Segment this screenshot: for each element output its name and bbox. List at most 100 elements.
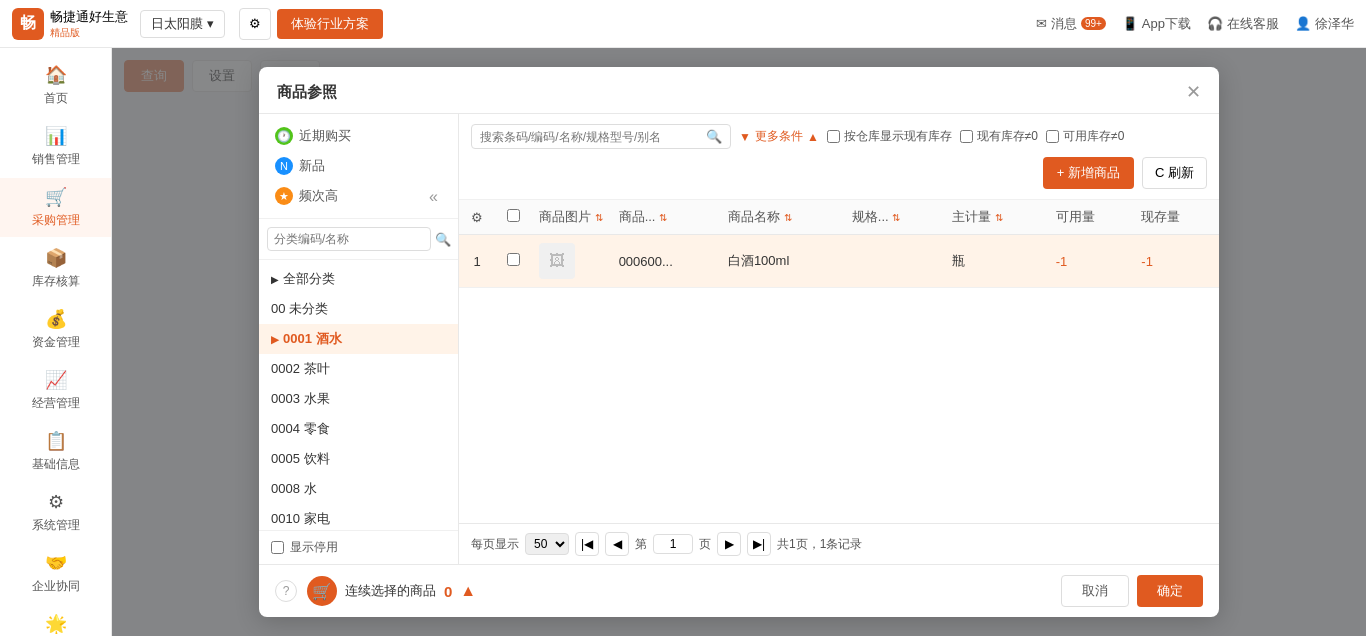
- modal-close-button[interactable]: ✕: [1186, 81, 1201, 103]
- per-page-label: 每页显示: [471, 536, 519, 553]
- nav-dropdown[interactable]: 日太阳膜 ▾: [140, 10, 225, 38]
- category-shortcuts: 🕐 近期购买 N 新品 ★ 频次高: [259, 114, 458, 219]
- user-profile[interactable]: 👤 徐泽华: [1295, 15, 1354, 33]
- category-panel: 🕐 近期购买 N 新品 ★ 频次高: [259, 114, 459, 564]
- cart-area: 🛒 连续选择的商品 0 ▲: [307, 576, 1051, 606]
- refresh-button[interactable]: C 刷新: [1142, 157, 1207, 189]
- sidebar-label-operations: 经营管理: [32, 395, 80, 412]
- home-icon: 🏠: [45, 64, 67, 86]
- last-page-button[interactable]: ▶|: [747, 532, 771, 556]
- category-0004[interactable]: 0004 零食: [259, 414, 458, 444]
- purchase-icon: 🛒: [45, 186, 67, 208]
- product-search-input[interactable]: [480, 130, 702, 144]
- col-name-header: 商品名称 ⇅: [720, 200, 844, 235]
- row-available: -1: [1048, 235, 1134, 288]
- cancel-button[interactable]: 取消: [1061, 575, 1129, 607]
- confirm-button[interactable]: 确定: [1137, 575, 1203, 607]
- sidebar-item-inventory[interactable]: 📦 库存核算: [0, 239, 111, 298]
- checkbox-by-warehouse[interactable]: 按仓库显示现有库存: [827, 128, 952, 145]
- category-search-input[interactable]: [267, 227, 431, 251]
- modal-footer: ? 🛒 连续选择的商品 0 ▲ 取消 确定: [259, 564, 1219, 617]
- page-number-input[interactable]: [653, 534, 693, 554]
- prev-page-button[interactable]: ◀: [605, 532, 629, 556]
- panel-collapse-button[interactable]: «: [421, 184, 446, 210]
- sidebar-label-sales: 销售管理: [32, 151, 80, 168]
- existing-checkbox[interactable]: [960, 130, 973, 143]
- shortcut-recent[interactable]: 🕐 近期购买: [267, 122, 421, 150]
- row-stock: -1: [1133, 235, 1219, 288]
- sidebar-item-operations[interactable]: 📈 经营管理: [0, 361, 111, 420]
- sidebar-label-basic: 基础信息: [32, 456, 80, 473]
- sidebar-item-guide[interactable]: 🌟 新手引导: [0, 605, 111, 636]
- filter-more-label: 更多条件: [755, 128, 803, 145]
- settings-button[interactable]: ⚙: [239, 8, 271, 40]
- category-0002[interactable]: 0002 茶叶: [259, 354, 458, 384]
- pagination-bar: 每页显示 50 |◀ ◀ 第 页 ▶ ▶| 共1页，1条记录: [459, 523, 1219, 564]
- top-nav: 畅 畅捷通好生意 精品版 日太阳膜 ▾ ⚙ 体验行业方案 ✉ 消息 99+ 📱 …: [0, 0, 1366, 48]
- show-disabled-label: 显示停用: [290, 539, 338, 556]
- sidebar-label-purchase: 采购管理: [32, 212, 80, 229]
- sidebar-item-enterprise[interactable]: 🤝 企业协同: [0, 544, 111, 603]
- category-00[interactable]: 00 未分类: [259, 294, 458, 324]
- avatar-icon: 👤: [1295, 16, 1311, 31]
- available-checkbox[interactable]: [1046, 130, 1059, 143]
- help-button[interactable]: ?: [275, 580, 297, 602]
- category-0001[interactable]: ▶ 0001 酒水: [259, 324, 458, 354]
- category-0003[interactable]: 0003 水果: [259, 384, 458, 414]
- product-panel: 🔍 ▼ 更多条件 ▲ 按仓库显示现有库存: [459, 114, 1219, 564]
- online-support-button[interactable]: 🎧 在线客服: [1207, 15, 1279, 33]
- messages-button[interactable]: ✉ 消息 99+: [1036, 15, 1106, 33]
- collapse-cart-button[interactable]: ▲: [460, 582, 476, 600]
- row-unit: 瓶: [944, 235, 1048, 288]
- category-search-icon[interactable]: 🔍: [435, 232, 451, 247]
- add-product-button[interactable]: + 新增商品: [1043, 157, 1134, 189]
- per-page-select[interactable]: 50: [525, 533, 569, 555]
- select-all-checkbox[interactable]: [507, 209, 520, 222]
- category-0005[interactable]: 0005 饮料: [259, 444, 458, 474]
- col-unit-header: 主计量 ⇅: [944, 200, 1048, 235]
- category-all-label: 全部分类: [283, 270, 335, 288]
- trial-button[interactable]: 体验行业方案: [277, 9, 383, 39]
- arrow-icon-0001: ▶: [271, 334, 279, 345]
- footer-buttons: 取消 确定: [1061, 575, 1203, 607]
- shortcut-new[interactable]: N 新品: [267, 152, 421, 180]
- row-checkbox[interactable]: [495, 235, 531, 288]
- first-page-button[interactable]: |◀: [575, 532, 599, 556]
- shortcut-frequent[interactable]: ★ 频次高: [267, 182, 421, 210]
- sidebar-item-basic[interactable]: 📋 基础信息: [0, 422, 111, 481]
- show-disabled-area: 显示停用: [259, 530, 458, 564]
- search-icon[interactable]: 🔍: [706, 129, 722, 144]
- category-all[interactable]: ▶ 全部分类: [259, 264, 458, 294]
- checkbox-existing[interactable]: 现有库存≠0: [960, 128, 1038, 145]
- sidebar-item-sales[interactable]: 📊 销售管理: [0, 117, 111, 176]
- sidebar-item-purchase[interactable]: 🛒 采购管理: [0, 178, 111, 237]
- sidebar-item-system[interactable]: ⚙ 系统管理: [0, 483, 111, 542]
- logo-badge: 精品版: [50, 26, 128, 40]
- show-disabled-checkbox[interactable]: [271, 541, 284, 554]
- table-row[interactable]: 1 🖼 000600... 白酒100ml: [459, 235, 1219, 288]
- headset-icon: 🎧: [1207, 16, 1223, 31]
- logo-icon: 畅: [12, 8, 44, 40]
- sidebar-item-home[interactable]: 🏠 首页: [0, 56, 111, 115]
- checkbox-available[interactable]: 可用库存≠0: [1046, 128, 1124, 145]
- sidebar-label-finance: 资金管理: [32, 334, 80, 351]
- app-download-button[interactable]: 📱 App下载: [1122, 15, 1191, 33]
- category-00-label: 00 未分类: [271, 300, 328, 318]
- product-reference-modal: 商品参照 ✕ 🕐 近期购买: [259, 67, 1219, 617]
- enterprise-icon: 🤝: [45, 552, 67, 574]
- modal-title: 商品参照: [277, 83, 337, 102]
- arrow-icon: ▶: [271, 274, 279, 285]
- filter-more-button[interactable]: ▼ 更多条件 ▲: [739, 128, 819, 145]
- col-settings[interactable]: ⚙: [459, 200, 495, 235]
- sidebar-item-finance[interactable]: 💰 资金管理: [0, 300, 111, 359]
- category-0008[interactable]: 0008 水: [259, 474, 458, 504]
- next-page-button[interactable]: ▶: [717, 532, 741, 556]
- page-label: 第: [635, 536, 647, 553]
- guide-icon: 🌟: [45, 613, 67, 635]
- row-select-checkbox[interactable]: [507, 253, 520, 266]
- category-0008-label: 0008 水: [271, 480, 317, 498]
- cart-label: 连续选择的商品: [345, 582, 436, 600]
- category-0010[interactable]: 0010 家电: [259, 504, 458, 530]
- by-warehouse-checkbox[interactable]: [827, 130, 840, 143]
- message-badge: 99+: [1081, 17, 1106, 30]
